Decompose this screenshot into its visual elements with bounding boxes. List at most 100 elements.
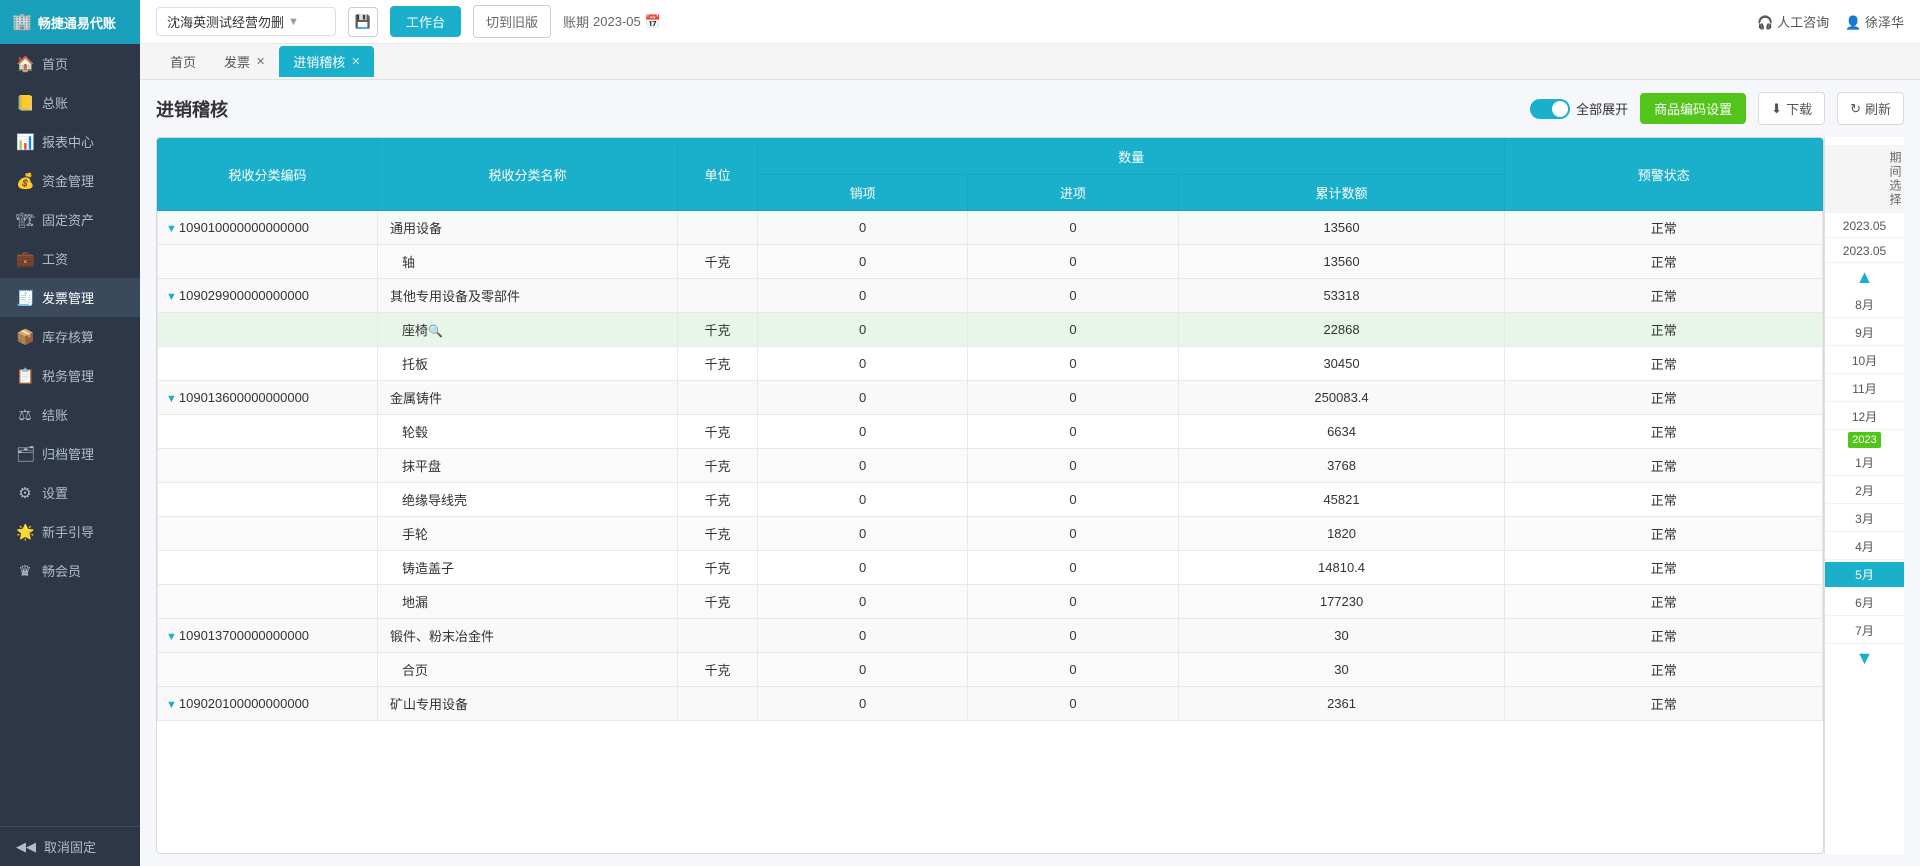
sidebar-item-home[interactable]: 🏠 首页 <box>0 44 140 83</box>
unpin-button[interactable]: ◀◀ 取消固定 <box>0 827 140 866</box>
sidebar-item-salary[interactable]: 💼 工资 <box>0 239 140 278</box>
month-9[interactable]: 9月 <box>1825 320 1904 346</box>
month-2[interactable]: 2月 <box>1825 478 1904 504</box>
table-row: 手轮 千克 0 0 1820 正常 <box>158 517 1823 551</box>
month-10[interactable]: 10月 <box>1825 348 1904 374</box>
sidebar-item-label: 库存核算 <box>42 327 94 346</box>
support-label[interactable]: 🎧 人工咨询 <box>1757 12 1829 31</box>
reports-icon: 📊 <box>16 133 34 151</box>
tab-reconcile[interactable]: 进销稽核 ✕ <box>279 46 374 77</box>
home-icon: 🏠 <box>16 55 34 73</box>
cell-unit <box>678 381 758 415</box>
download-button[interactable]: ⬇ 下载 <box>1758 92 1825 125</box>
month-11[interactable]: 11月 <box>1825 376 1904 402</box>
cell-name: 合页 <box>378 653 678 687</box>
cell-unit: 千克 <box>678 483 758 517</box>
app-name: 畅捷通易代账 <box>38 13 116 32</box>
cell-purchase: 0 <box>968 381 1178 415</box>
month-7[interactable]: 7月 <box>1825 618 1904 644</box>
month-12[interactable]: 12月 <box>1825 404 1904 430</box>
table-row: ▼109020100000000000 矿山专用设备 0 0 2361 正常 <box>158 687 1823 721</box>
main-table-area: 税收分类编码 税收分类名称 单位 数量 预警状态 销项 进项 累计数额 <box>156 137 1824 854</box>
month-5[interactable]: 5月 <box>1825 562 1904 588</box>
tab-reconcile-close[interactable]: ✕ <box>351 55 360 68</box>
unpin-label: 取消固定 <box>44 837 96 856</box>
sidebar-item-member[interactable]: ♛ 畅会员 <box>0 551 140 590</box>
month-4[interactable]: 4月 <box>1825 534 1904 560</box>
page-actions: 全部展开 商品编码设置 ⬇ 下载 ↻ 刷新 <box>1530 92 1904 125</box>
sidebar-item-label: 固定资产 <box>42 210 94 229</box>
tab-invoice[interactable]: 发票 ✕ <box>210 46 279 77</box>
settings-icon: ⚙ <box>16 484 34 502</box>
month-1[interactable]: 1月 <box>1825 450 1904 476</box>
nav-down-arrow[interactable]: ▼ <box>1854 646 1876 671</box>
sidebar-item-inventory[interactable]: 📦 库存核算 <box>0 317 140 356</box>
expand-toggle[interactable] <box>1530 99 1570 119</box>
workspace-button[interactable]: 工作台 <box>390 6 461 37</box>
cell-unit <box>678 211 758 245</box>
cell-name: 托板 <box>378 347 678 381</box>
cell-code: ▼109013600000000000 <box>158 381 378 415</box>
sidebar-item-ledger[interactable]: 📒 总账 <box>0 83 140 122</box>
month-3[interactable]: 3月 <box>1825 506 1904 532</box>
table-row: 绝缘导线壳 千克 0 0 45821 正常 <box>158 483 1823 517</box>
cell-name: 矿山专用设备 <box>378 687 678 721</box>
cell-sales: 0 <box>758 347 968 381</box>
sidebar-item-archive[interactable]: 🗂 归档管理 <box>0 434 140 473</box>
logo-icon: 🏢 <box>12 12 32 32</box>
table-row: 座椅🔍 千克 0 0 22868 正常 <box>158 313 1823 347</box>
cell-sales: 0 <box>758 517 968 551</box>
cell-cumulative: 13560 <box>1178 245 1505 279</box>
sidebar-item-settings[interactable]: ⚙ 设置 <box>0 473 140 512</box>
tab-invoice-close[interactable]: ✕ <box>256 55 265 68</box>
period-selector[interactable]: 账期 2023-05 📅 <box>563 12 661 31</box>
period-label: 账期 <box>563 12 589 31</box>
company-selector[interactable]: 沈海英测试经营勿删 ▼ <box>156 7 336 36</box>
cell-name: 抹平盘 <box>378 449 678 483</box>
refresh-button[interactable]: ↻ 刷新 <box>1837 92 1904 125</box>
cell-unit: 千克 <box>678 449 758 483</box>
oldversion-button[interactable]: 切到旧版 <box>473 5 551 38</box>
cell-sales: 0 <box>758 687 968 721</box>
sidebar-item-guide[interactable]: 🌟 新手引导 <box>0 512 140 551</box>
table-row: ▼109013600000000000 金属铸件 0 0 250083.4 正常 <box>158 381 1823 415</box>
table-row: 托板 千克 0 0 30450 正常 <box>158 347 1823 381</box>
product-code-button[interactable]: 商品编码设置 <box>1640 93 1746 124</box>
cell-sales: 0 <box>758 551 968 585</box>
cell-unit: 千克 <box>678 347 758 381</box>
sidebar-item-assets[interactable]: 🏗 固定资产 <box>0 200 140 239</box>
cell-name: 铸造盖子 <box>378 551 678 585</box>
cell-name: 轮毂 <box>378 415 678 449</box>
cell-purchase: 0 <box>968 483 1178 517</box>
sidebar-item-settlement[interactable]: ⚖ 结账 <box>0 395 140 434</box>
sidebar-item-reports[interactable]: 📊 报表中心 <box>0 122 140 161</box>
cell-code <box>158 653 378 687</box>
unpin-icon: ◀◀ <box>16 839 36 855</box>
data-table[interactable]: 税收分类编码 税收分类名称 单位 数量 预警状态 销项 进项 累计数额 <box>156 137 1824 854</box>
year-2023: 2023 <box>1848 432 1880 448</box>
sidebar-item-label: 结账 <box>42 405 68 424</box>
cell-status: 正常 <box>1505 415 1823 449</box>
cell-cumulative: 13560 <box>1178 211 1505 245</box>
ledger-icon: 📒 <box>16 94 34 112</box>
month-8[interactable]: 8月 <box>1825 292 1904 318</box>
cell-code <box>158 483 378 517</box>
period-2023-05-2[interactable]: 2023.05 <box>1825 240 1904 263</box>
tab-home[interactable]: 首页 <box>156 46 210 77</box>
col-cumulative: 累计数额 <box>1178 175 1505 211</box>
nav-up-arrow[interactable]: ▲ <box>1854 265 1876 290</box>
sidebar-item-funds[interactable]: 💰 资金管理 <box>0 161 140 200</box>
month-6[interactable]: 6月 <box>1825 590 1904 616</box>
period-2023-05-1[interactable]: 2023.05 <box>1825 215 1904 238</box>
cell-cumulative: 1820 <box>1178 517 1505 551</box>
search-icon[interactable]: 🔍 <box>428 324 443 338</box>
expand-toggle-label: 全部展开 <box>1576 99 1628 118</box>
col-tax-code: 税收分类编码 <box>158 139 378 211</box>
cell-purchase: 0 <box>968 245 1178 279</box>
right-panel: 期间选择 2023.05 2023.05 ▲ 8月 9月 10月 11月 12月… <box>1824 137 1904 854</box>
sidebar-item-label: 畅会员 <box>42 561 81 580</box>
sidebar-item-invoice[interactable]: 🧾 发票管理 <box>0 278 140 317</box>
sidebar-item-tax[interactable]: 📋 税务管理 <box>0 356 140 395</box>
cell-unit <box>678 619 758 653</box>
save-button[interactable]: 💾 <box>348 7 378 37</box>
